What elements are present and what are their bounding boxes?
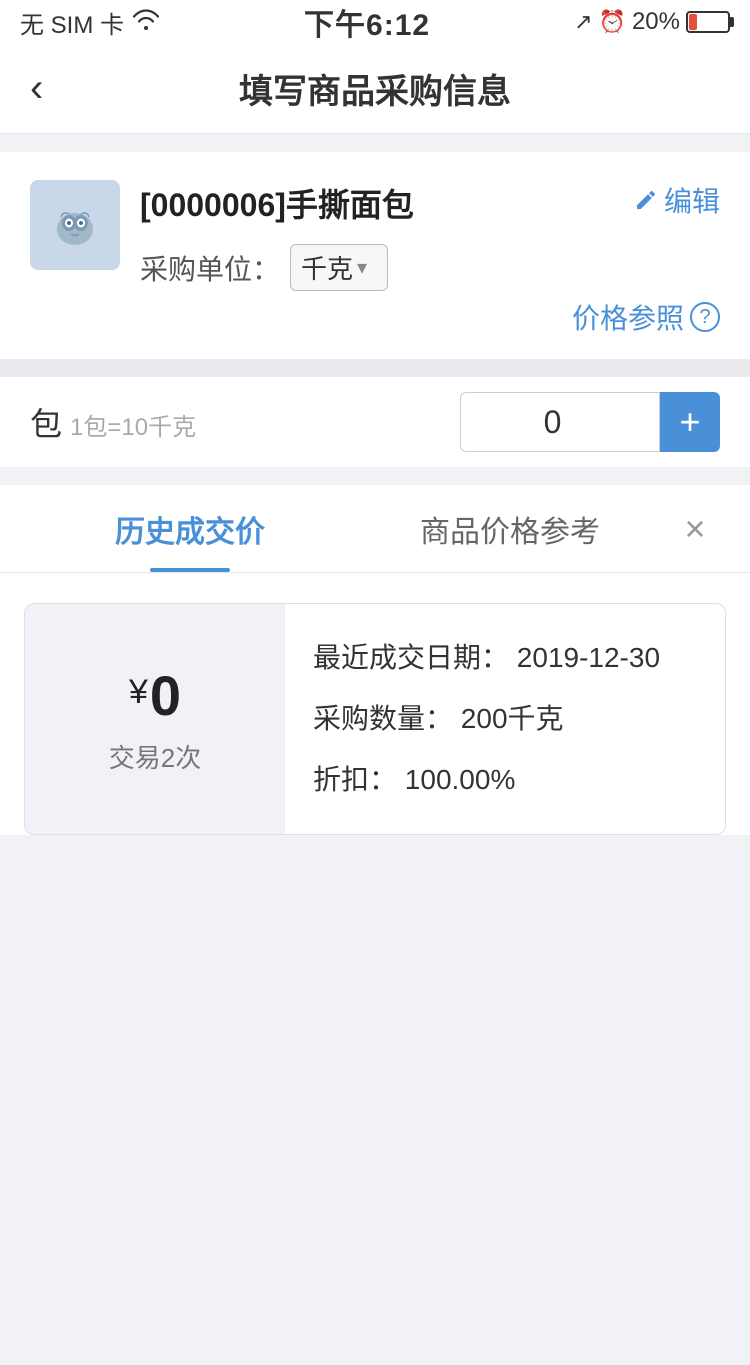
tab-history-price-label: 历史成交价 bbox=[115, 507, 265, 551]
battery-icon bbox=[686, 11, 730, 33]
recent-date-row: 最近成交日期： 2019-12-30 bbox=[313, 636, 697, 681]
recent-date-label: 最近成交日期： bbox=[313, 642, 509, 673]
price-value-group: ¥ 0 bbox=[129, 663, 181, 728]
unit-select[interactable]: 千克 ▾ bbox=[290, 244, 388, 291]
page-title: 填写商品采购信息 bbox=[239, 64, 511, 113]
price-number: 0 bbox=[150, 663, 181, 728]
status-right-group: ↗ ⏰ 20% bbox=[574, 8, 730, 36]
product-name: [0000006]手撕面包 bbox=[140, 180, 634, 226]
unit-value: 千克 bbox=[301, 249, 353, 286]
quantity-unit: 包 bbox=[30, 399, 62, 445]
unit-label: 采购单位： bbox=[140, 248, 280, 288]
chevron-down-icon: ▾ bbox=[357, 255, 367, 280]
purchase-qty-label: 采购数量： bbox=[313, 703, 453, 734]
discount-label: 折扣： bbox=[313, 764, 397, 795]
bottom-area bbox=[0, 865, 750, 1365]
close-icon: × bbox=[684, 511, 705, 547]
alarm-icon: ⏰ bbox=[599, 9, 626, 35]
price-card: ¥ 0 交易2次 最近成交日期： 2019-12-30 采购数量： 200千克 … bbox=[24, 603, 726, 835]
status-carrier: 无 SIM 卡 bbox=[20, 5, 160, 40]
price-ref-label: 价格参照 bbox=[572, 297, 684, 337]
tab-product-price-label: 商品价格参考 bbox=[420, 507, 600, 551]
purchase-qty-row: 采购数量： 200千克 bbox=[313, 697, 697, 742]
status-time: 下午6:12 bbox=[304, 0, 430, 44]
tab-active-indicator bbox=[150, 568, 230, 572]
price-card-left: ¥ 0 交易2次 bbox=[25, 604, 285, 834]
edit-button[interactable]: 编辑 bbox=[634, 180, 720, 220]
price-trade-count: 交易2次 bbox=[109, 738, 201, 775]
tabs-header: 历史成交价 商品价格参考 × bbox=[0, 485, 750, 573]
product-info: [0000006]手撕面包 采购单位： 千克 ▾ bbox=[140, 180, 634, 291]
product-thumbnail bbox=[30, 180, 120, 270]
carrier-text: 无 SIM 卡 bbox=[20, 5, 124, 40]
purchase-qty-value: 200千克 bbox=[461, 703, 564, 734]
back-button[interactable]: ‹ bbox=[30, 66, 43, 111]
recent-date-value: 2019-12-30 bbox=[517, 642, 660, 673]
nav-bar: ‹ 填写商品采购信息 bbox=[0, 44, 750, 134]
edit-label: 编辑 bbox=[664, 180, 720, 220]
help-icon[interactable]: ? bbox=[690, 302, 720, 332]
status-bar: 无 SIM 卡 下午6:12 ↗ ⏰ 20% bbox=[0, 0, 750, 44]
quantity-input[interactable] bbox=[460, 392, 660, 452]
price-card-right: 最近成交日期： 2019-12-30 采购数量： 200千克 折扣： 100.0… bbox=[285, 604, 725, 834]
product-card: [0000006]手撕面包 采购单位： 千克 ▾ 编辑 价格参照 ? bbox=[0, 152, 750, 359]
tab-product-price[interactable]: 商品价格参考 bbox=[350, 485, 670, 572]
location-icon: ↗ bbox=[574, 9, 592, 35]
discount-row: 折扣： 100.00% bbox=[313, 758, 697, 803]
discount-value: 100.00% bbox=[405, 764, 516, 795]
quantity-conversion: 1包=10千克 bbox=[70, 407, 196, 442]
price-reference-row[interactable]: 价格参照 ? bbox=[30, 297, 720, 337]
section-divider bbox=[0, 359, 750, 377]
tabs-container: 历史成交价 商品价格参考 × ¥ 0 交易2次 最近成交日期： 2019-12-… bbox=[0, 485, 750, 835]
wifi-icon bbox=[132, 8, 160, 37]
quantity-plus-button[interactable]: + bbox=[660, 392, 720, 452]
quantity-row: 包 1包=10千克 + bbox=[0, 377, 750, 467]
tab-history-price[interactable]: 历史成交价 bbox=[30, 485, 350, 572]
help-text: ? bbox=[699, 306, 710, 329]
tab-close-button[interactable]: × bbox=[670, 504, 720, 554]
price-currency: ¥ bbox=[129, 673, 148, 712]
battery-percent: 20% bbox=[632, 8, 680, 36]
plus-icon: + bbox=[679, 404, 700, 440]
